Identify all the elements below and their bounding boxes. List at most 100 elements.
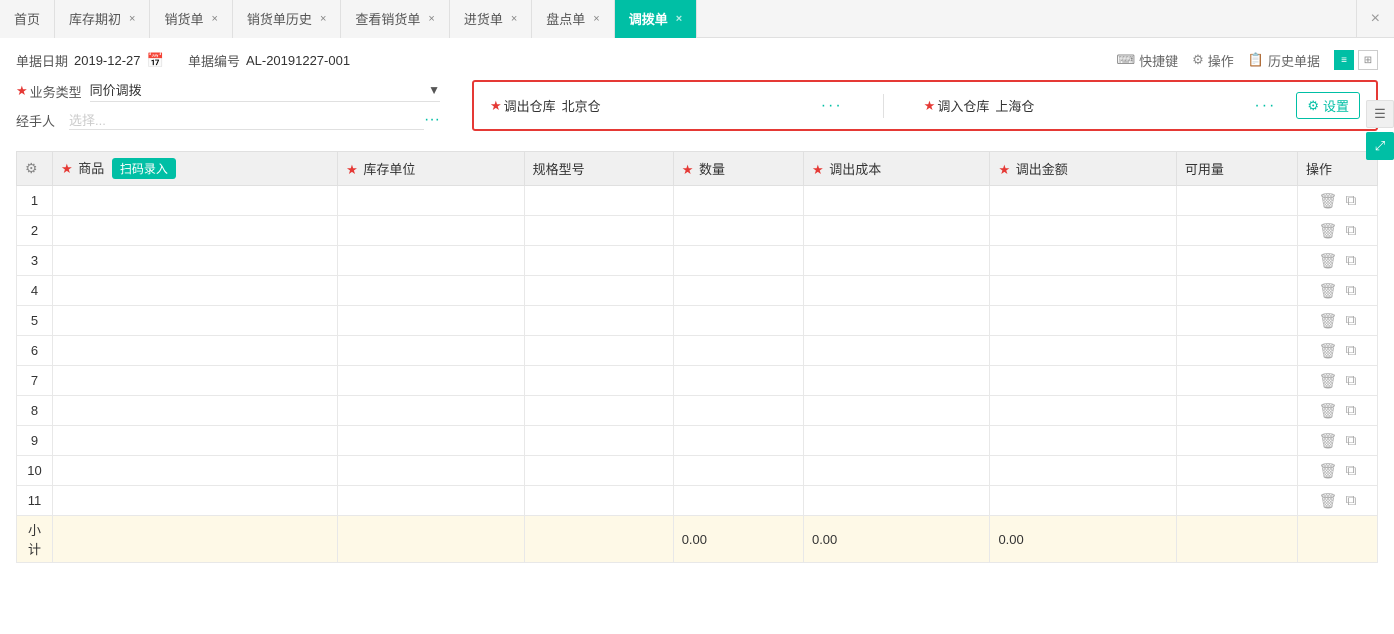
close-icon[interactable]: × — [428, 13, 434, 25]
delete-icon[interactable]: 🗑 — [1319, 282, 1338, 300]
delete-icon[interactable]: 🗑 — [1319, 402, 1338, 420]
row-amount-3[interactable] — [990, 246, 1176, 276]
row-amount-9[interactable] — [990, 426, 1176, 456]
close-icon[interactable]: × — [320, 13, 326, 25]
scan-button[interactable]: 扫码录入 — [112, 158, 176, 179]
row-spec-9[interactable] — [524, 426, 673, 456]
settings-button[interactable]: ⚙ 设置 — [1296, 92, 1360, 119]
delete-icon[interactable]: 🗑 — [1319, 492, 1338, 510]
copy-icon[interactable]: ⧉ — [1346, 312, 1357, 329]
row-goods-7[interactable] — [53, 366, 338, 396]
delete-icon[interactable]: 🗑 — [1319, 252, 1338, 270]
row-spec-7[interactable] — [524, 366, 673, 396]
row-cost-5[interactable] — [803, 306, 989, 336]
copy-icon[interactable]: ⧉ — [1346, 492, 1357, 509]
row-unit-3[interactable] — [338, 246, 524, 276]
row-goods-2[interactable] — [53, 216, 338, 246]
row-unit-6[interactable] — [338, 336, 524, 366]
row-amount-5[interactable] — [990, 306, 1176, 336]
row-qty-2[interactable] — [673, 216, 803, 246]
handler-more-icon[interactable]: ··· — [424, 111, 440, 129]
row-unit-1[interactable] — [338, 186, 524, 216]
row-amount-7[interactable] — [990, 366, 1176, 396]
warehouse-in-more-icon[interactable]: ··· — [1254, 97, 1276, 115]
copy-icon[interactable]: ⧉ — [1346, 252, 1357, 269]
close-icon[interactable]: × — [129, 13, 135, 25]
row-unit-5[interactable] — [338, 306, 524, 336]
row-avail-3[interactable] — [1176, 246, 1297, 276]
row-spec-1[interactable] — [524, 186, 673, 216]
tab-sales-order[interactable]: 销货单 × — [150, 0, 232, 38]
delete-icon[interactable]: 🗑 — [1319, 372, 1338, 390]
layout-grid-icon[interactable]: ⊞ — [1358, 50, 1378, 70]
date-value[interactable]: 2019-12-27 — [74, 53, 141, 68]
row-amount-11[interactable] — [990, 486, 1176, 516]
row-cost-2[interactable] — [803, 216, 989, 246]
row-unit-11[interactable] — [338, 486, 524, 516]
row-cost-9[interactable] — [803, 426, 989, 456]
row-spec-3[interactable] — [524, 246, 673, 276]
row-goods-3[interactable] — [53, 246, 338, 276]
row-unit-8[interactable] — [338, 396, 524, 426]
delete-icon[interactable]: 🗑 — [1319, 192, 1338, 210]
row-goods-5[interactable] — [53, 306, 338, 336]
copy-icon[interactable]: ⧉ — [1346, 462, 1357, 479]
tab-stock-count[interactable]: 盘点单 × — [532, 0, 614, 38]
copy-icon[interactable]: ⧉ — [1346, 372, 1357, 389]
biz-type-select[interactable]: 同价调拨 ▼ — [90, 80, 440, 102]
row-qty-4[interactable] — [673, 276, 803, 306]
delete-icon[interactable]: 🗑 — [1319, 312, 1338, 330]
row-cost-1[interactable] — [803, 186, 989, 216]
row-spec-8[interactable] — [524, 396, 673, 426]
row-unit-10[interactable] — [338, 456, 524, 486]
close-icon[interactable]: × — [593, 13, 599, 25]
row-goods-10[interactable] — [53, 456, 338, 486]
row-avail-9[interactable] — [1176, 426, 1297, 456]
delete-icon[interactable]: 🗑 — [1319, 342, 1338, 360]
row-unit-9[interactable] — [338, 426, 524, 456]
copy-icon[interactable]: ⧉ — [1346, 342, 1357, 359]
row-qty-5[interactable] — [673, 306, 803, 336]
row-avail-5[interactable] — [1176, 306, 1297, 336]
calendar-icon[interactable]: 📅 — [147, 52, 164, 69]
row-avail-2[interactable] — [1176, 216, 1297, 246]
row-cost-8[interactable] — [803, 396, 989, 426]
row-goods-11[interactable] — [53, 486, 338, 516]
close-icon[interactable]: × — [211, 13, 217, 25]
row-qty-7[interactable] — [673, 366, 803, 396]
row-avail-7[interactable] — [1176, 366, 1297, 396]
row-avail-4[interactable] — [1176, 276, 1297, 306]
tab-transfer[interactable]: 调拨单 × — [615, 0, 697, 38]
row-avail-11[interactable] — [1176, 486, 1297, 516]
copy-icon[interactable]: ⧉ — [1346, 222, 1357, 239]
close-icon[interactable]: × — [511, 13, 517, 25]
row-amount-1[interactable] — [990, 186, 1176, 216]
row-avail-6[interactable] — [1176, 336, 1297, 366]
copy-icon[interactable]: ⧉ — [1346, 432, 1357, 449]
row-cost-3[interactable] — [803, 246, 989, 276]
history-button[interactable]: 📋 历史单据 — [1248, 51, 1320, 70]
row-goods-1[interactable] — [53, 186, 338, 216]
row-spec-6[interactable] — [524, 336, 673, 366]
copy-icon[interactable]: ⧉ — [1346, 402, 1357, 419]
warehouse-out-value[interactable]: 北京仓 — [562, 96, 821, 115]
row-qty-8[interactable] — [673, 396, 803, 426]
row-qty-11[interactable] — [673, 486, 803, 516]
row-spec-5[interactable] — [524, 306, 673, 336]
row-amount-8[interactable] — [990, 396, 1176, 426]
tab-home[interactable]: 首页 — [0, 0, 55, 38]
row-unit-4[interactable] — [338, 276, 524, 306]
copy-icon[interactable]: ⧉ — [1346, 282, 1357, 299]
row-avail-10[interactable] — [1176, 456, 1297, 486]
row-amount-6[interactable] — [990, 336, 1176, 366]
window-close-button[interactable]: × — [1356, 0, 1394, 38]
delete-icon[interactable]: 🗑 — [1319, 222, 1338, 240]
row-amount-2[interactable] — [990, 216, 1176, 246]
row-goods-6[interactable] — [53, 336, 338, 366]
row-cost-11[interactable] — [803, 486, 989, 516]
row-goods-4[interactable] — [53, 276, 338, 306]
tab-view-sales[interactable]: 查看销货单 × — [341, 0, 449, 38]
row-spec-4[interactable] — [524, 276, 673, 306]
row-qty-1[interactable] — [673, 186, 803, 216]
warehouse-in-value[interactable]: 上海仓 — [995, 96, 1254, 115]
